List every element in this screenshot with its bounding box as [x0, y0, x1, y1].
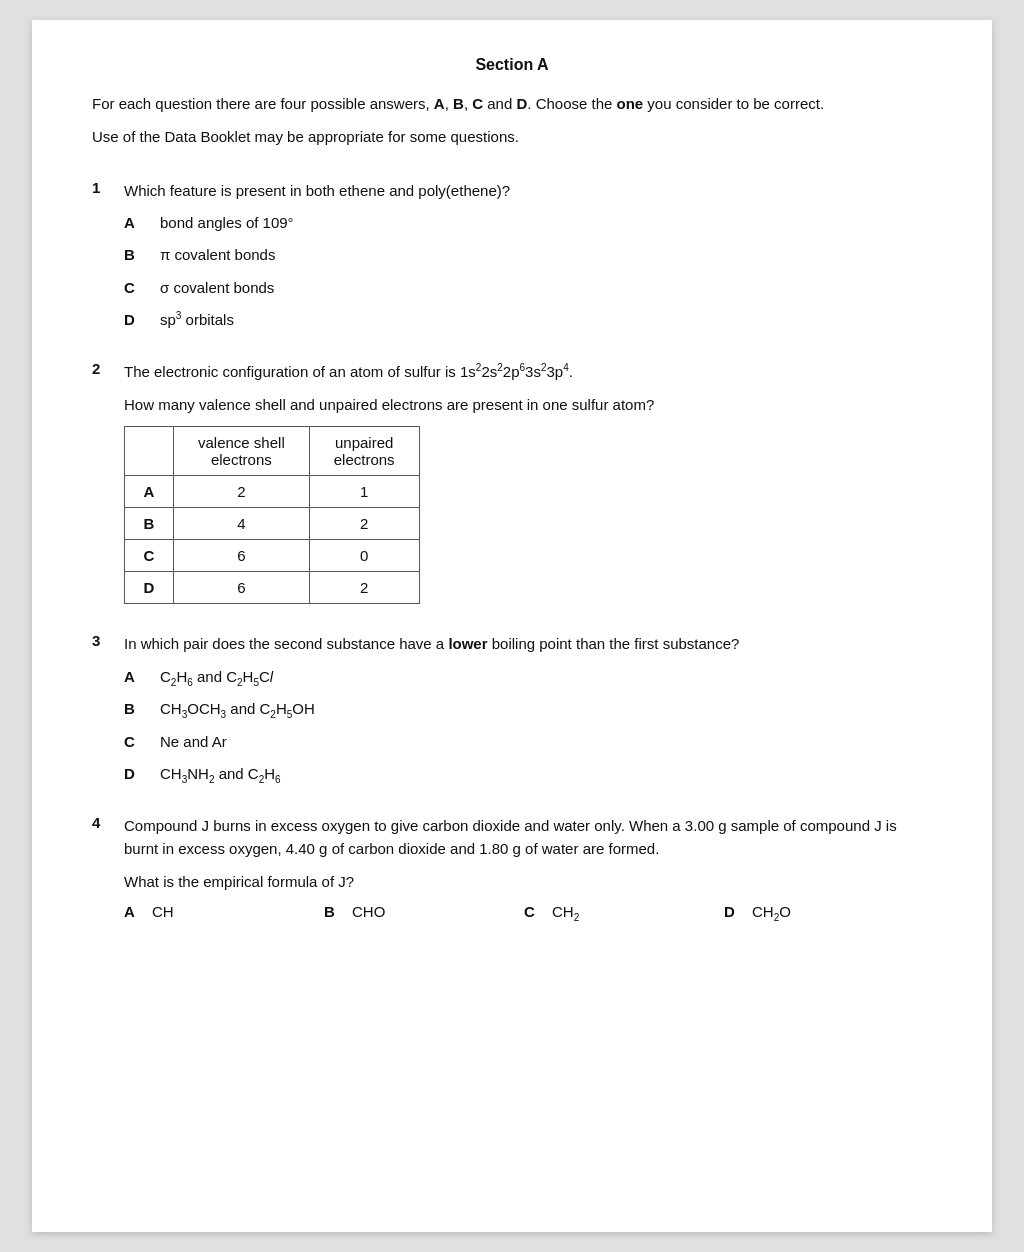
intro-text-1: For each question there are four possibl…: [92, 92, 932, 115]
question-text-3: In which pair does the second substance …: [124, 632, 932, 655]
option-1D: D sp3 orbitals: [124, 309, 932, 332]
table-header-empty: [125, 427, 174, 476]
question-2: 2 The electronic configuration of an ato…: [92, 360, 932, 605]
question-2-sub: How many valence shell and unpaired elec…: [124, 393, 932, 416]
question-4: 4 Compound J burns in excess oxygen to g…: [92, 814, 932, 921]
table-cell-A-valence: 2: [174, 476, 310, 508]
option-1A: A bond angles of 109°: [124, 212, 932, 235]
option-3D: D CH3NH2 and C2H6: [124, 763, 932, 786]
question-text-4: Compound J burns in excess oxygen to giv…: [124, 814, 932, 861]
inline-option-label-4A: A: [124, 903, 152, 920]
option-label-3B: B: [124, 700, 160, 717]
question-number-3: 3: [92, 632, 124, 649]
table-cell-D-unpaired: 2: [309, 572, 419, 604]
question-1-options: A bond angles of 109° B π covalent bonds…: [124, 212, 932, 332]
table-cell-B-valence: 4: [174, 508, 310, 540]
option-text-1D: sp3 orbitals: [160, 309, 932, 332]
option-label-3A: A: [124, 668, 160, 685]
question-number-1: 1: [92, 179, 124, 196]
table-cell-C-unpaired: 0: [309, 540, 419, 572]
inline-option-4B: B CHO: [324, 903, 524, 920]
option-label-3D: D: [124, 765, 160, 782]
table-row-C: C 6 0: [125, 540, 420, 572]
inline-option-4D: D CH2O: [724, 903, 924, 920]
option-3C: C Ne and Ar: [124, 731, 932, 754]
question-4-sub: What is the empirical formula of J?: [124, 870, 932, 893]
table-header-valence: valence shellelectrons: [174, 427, 310, 476]
inline-option-text-4B: CHO: [352, 903, 385, 920]
option-text-3B: CH3OCH3 and C2H5OH: [160, 698, 932, 721]
option-text-1C: σ covalent bonds: [160, 277, 932, 300]
table-header-unpaired: unpairedelectrons: [309, 427, 419, 476]
option-1B: B π covalent bonds: [124, 244, 932, 267]
section-title: Section A: [92, 56, 932, 74]
table-row-label-C: C: [125, 540, 174, 572]
question-3: 3 In which pair does the second substanc…: [92, 632, 932, 785]
table-cell-B-unpaired: 2: [309, 508, 419, 540]
question-2-table: valence shellelectrons unpairedelectrons…: [124, 426, 420, 604]
option-1C: C σ covalent bonds: [124, 277, 932, 300]
option-label-3C: C: [124, 733, 160, 750]
option-label-1A: A: [124, 214, 160, 231]
table-row-A: A 2 1: [125, 476, 420, 508]
option-label-1B: B: [124, 246, 160, 263]
table-row-label-D: D: [125, 572, 174, 604]
table-cell-D-valence: 6: [174, 572, 310, 604]
intro-text-2: Use of the Data Booklet may be appropria…: [92, 125, 932, 148]
option-label-1D: D: [124, 311, 160, 328]
question-4-inline-options: A CH B CHO C CH2 D CH2O: [124, 903, 932, 920]
table-row-D: D 6 2: [125, 572, 420, 604]
question-text-1: Which feature is present in both ethene …: [124, 179, 932, 202]
table-row-label-A: A: [125, 476, 174, 508]
option-label-1C: C: [124, 279, 160, 296]
inline-option-4A: A CH: [124, 903, 324, 920]
inline-option-text-4D: CH2O: [752, 903, 791, 920]
option-3B: B CH3OCH3 and C2H5OH: [124, 698, 932, 721]
inline-option-label-4C: C: [524, 903, 552, 920]
question-text-2: The electronic configuration of an atom …: [124, 360, 932, 383]
option-text-3D: CH3NH2 and C2H6: [160, 763, 932, 786]
inline-option-label-4D: D: [724, 903, 752, 920]
table-cell-C-valence: 6: [174, 540, 310, 572]
question-number-2: 2: [92, 360, 124, 377]
question-1: 1 Which feature is present in both ethen…: [92, 179, 932, 332]
inline-option-text-4C: CH2: [552, 903, 579, 920]
table-row-B: B 4 2: [125, 508, 420, 540]
question-number-4: 4: [92, 814, 124, 831]
option-3A: A C2H6 and C2H5Cl: [124, 666, 932, 689]
option-text-3A: C2H6 and C2H5Cl: [160, 666, 932, 689]
option-text-3C: Ne and Ar: [160, 731, 932, 754]
inline-option-text-4A: CH: [152, 903, 174, 920]
inline-option-4C: C CH2: [524, 903, 724, 920]
table-cell-A-unpaired: 1: [309, 476, 419, 508]
table-row-label-B: B: [125, 508, 174, 540]
inline-option-label-4B: B: [324, 903, 352, 920]
question-3-options: A C2H6 and C2H5Cl B CH3OCH3 and C2H5OH C…: [124, 666, 932, 786]
option-text-1B: π covalent bonds: [160, 244, 932, 267]
exam-page: Section A For each question there are fo…: [32, 20, 992, 1232]
option-text-1A: bond angles of 109°: [160, 212, 932, 235]
